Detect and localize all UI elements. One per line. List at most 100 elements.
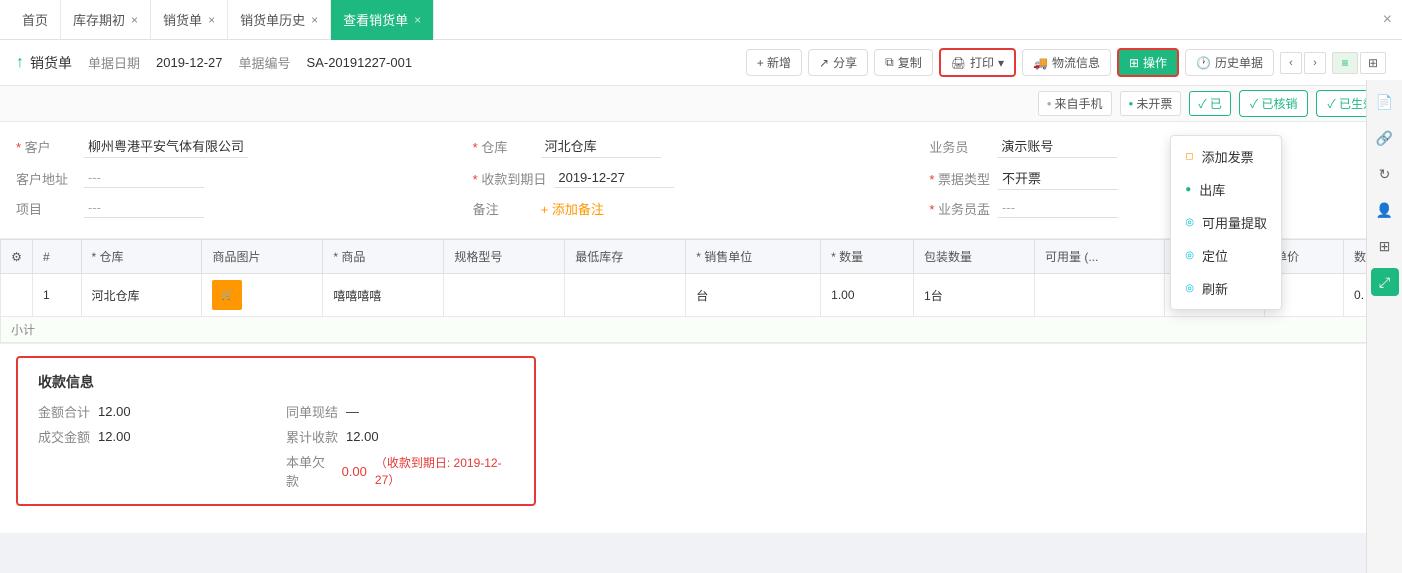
- salesperson-label: 业务员盂: [929, 199, 990, 218]
- copy-icon: ⧉: [885, 55, 894, 70]
- dropdown-refresh[interactable]: ◎ 刷新: [1171, 272, 1281, 305]
- warehouse-label: 仓库: [473, 137, 533, 156]
- view-list-button[interactable]: ≡: [1332, 52, 1358, 74]
- due-date-field: 收款到期日 2019-12-27: [473, 168, 930, 188]
- remark-field: 备注 + 添加备注: [473, 199, 930, 218]
- project-value: ---: [84, 198, 204, 218]
- cell-available: [1034, 274, 1164, 317]
- customer-field: 客户 柳州粤港平安气体有限公司: [16, 134, 473, 158]
- invoice-label: 票据类型: [929, 169, 990, 188]
- settle-item: 同单现结 —: [286, 402, 514, 421]
- sidebar-document-icon[interactable]: 📄: [1371, 88, 1399, 116]
- col-qty: * 数量: [821, 240, 914, 274]
- total-amount-label: 金额合计: [38, 402, 90, 421]
- cumulative-item: 累计收款 12.00: [286, 427, 514, 446]
- payment-grid: 金额合计 12.00 同单现结 — 成交金额 12.00 累计收款 12.00 …: [38, 402, 514, 490]
- col-model: 规格型号: [444, 240, 565, 274]
- subtotal-label: 小计: [1, 317, 1402, 343]
- tab-sales[interactable]: 销货单 ×: [151, 0, 228, 40]
- tab-close-sales[interactable]: ×: [208, 13, 215, 27]
- copy-button[interactable]: ⧉ 复制: [874, 49, 933, 76]
- cumulative-value: 12.00: [346, 429, 379, 444]
- cell-product-img: 🛒: [202, 274, 323, 317]
- tab-view-sales[interactable]: 查看销货单 ×: [331, 0, 434, 40]
- subtotal-row: 小计: [1, 317, 1402, 343]
- project-label: 项目: [16, 199, 76, 218]
- sidebar-person-icon[interactable]: 👤: [1371, 196, 1399, 224]
- dropdown-locate[interactable]: ◎ 定位: [1171, 239, 1281, 272]
- add-note-button[interactable]: + 添加备注: [541, 199, 604, 218]
- tab-close-sales-history[interactable]: ×: [311, 13, 318, 27]
- tab-close-view-sales[interactable]: ×: [414, 13, 421, 27]
- transaction-label: 成交金额: [38, 427, 90, 446]
- tab-home[interactable]: 首页: [10, 0, 61, 40]
- salesperson-value: ---: [998, 198, 1118, 218]
- not-open-button[interactable]: 未开票: [1120, 91, 1182, 116]
- sidebar-refresh-icon[interactable]: ↻: [1371, 160, 1399, 188]
- col-warehouse: * 仓库: [81, 240, 202, 274]
- sidebar-fullscreen-icon[interactable]: ⤢: [1371, 268, 1399, 296]
- view-toggle: ≡ ⊞: [1332, 52, 1386, 74]
- logistics-button[interactable]: 🚚 物流信息: [1022, 49, 1111, 76]
- col-no: #: [33, 240, 82, 274]
- settle-label: 同单现结: [286, 402, 338, 421]
- number-label: 单据编号: [239, 53, 291, 72]
- cell-no: 1: [33, 274, 82, 317]
- dropdown-add-invoice[interactable]: ◻ 添加发票: [1171, 140, 1281, 173]
- sidebar-table-icon[interactable]: ⊞: [1371, 232, 1399, 260]
- receivable-note: （收款到期日: 2019-12-27）: [375, 454, 514, 488]
- print-icon: 🖨: [951, 56, 966, 70]
- locate-icon: ◎: [1185, 250, 1194, 261]
- transaction-value: 12.00: [98, 429, 131, 444]
- sidebar-link-icon[interactable]: 🔗: [1371, 124, 1399, 152]
- tab-inventory[interactable]: 库存期初 ×: [61, 0, 151, 40]
- tab-sales-history[interactable]: 销货单历史 ×: [228, 0, 331, 40]
- print-dropdown-arrow: ▾: [998, 56, 1004, 70]
- share-icon: ↗: [819, 56, 829, 70]
- product-image: 🛒: [212, 280, 242, 310]
- warehouse-value: 河北仓库: [541, 134, 661, 158]
- confirm-button[interactable]: ✓ 已: [1189, 91, 1231, 116]
- receivable-label: 本单欠款: [286, 452, 334, 490]
- global-close-button[interactable]: ×: [1383, 11, 1392, 29]
- outbound-icon: ●: [1185, 184, 1191, 195]
- remark-label: 备注: [473, 199, 533, 218]
- dropdown-menu: ◻ 添加发票 ● 出库 ◎ 可用量提取 ◎ 定位 ◎ 刷新: [1170, 135, 1282, 310]
- share-button[interactable]: ↗ 分享: [808, 49, 868, 76]
- invoice-field: 票据类型 不开票: [929, 166, 1386, 190]
- cell-qty: 1.00: [821, 274, 914, 317]
- history-button[interactable]: 🕐 历史单据: [1185, 49, 1274, 76]
- tab-bar: 首页 库存期初 × 销货单 × 销货单历史 × 查看销货单 × ×: [0, 0, 1402, 40]
- main-content: ↑ 销货单 单据日期 2019-12-27 单据编号 SA-20191227-0…: [0, 40, 1402, 533]
- customer-value: 柳州粤港平安气体有限公司: [84, 134, 248, 158]
- tab-close-inventory[interactable]: ×: [131, 13, 138, 27]
- salesperson-field: 业务员盂 ---: [929, 198, 1386, 218]
- total-amount-value: 12.00: [98, 404, 131, 419]
- view-grid-button[interactable]: ⊞: [1360, 52, 1386, 74]
- from-phone-button[interactable]: 来自手机: [1038, 91, 1112, 116]
- prev-button[interactable]: ‹: [1280, 52, 1302, 74]
- history-icon: 🕐: [1196, 56, 1211, 70]
- col-gear: ⚙: [1, 240, 33, 274]
- col-available: 可用量 (...: [1034, 240, 1164, 274]
- cell-gear: [1, 274, 33, 317]
- logistics-icon: 🚚: [1033, 56, 1048, 70]
- new-button[interactable]: + 新增: [746, 49, 802, 76]
- transaction-item: 成交金额 12.00: [38, 427, 266, 446]
- number-value: SA-20191227-001: [307, 55, 413, 70]
- operate-button[interactable]: ⊞ 操作: [1117, 48, 1179, 77]
- cell-unit: 台: [686, 274, 821, 317]
- warehouse-field: 仓库 河北仓库: [473, 134, 930, 158]
- dropdown-outbound[interactable]: ● 出库: [1171, 173, 1281, 206]
- cell-product: 嘻嘻嘻嘻: [323, 274, 444, 317]
- print-button[interactable]: 🖨 打印 ▾: [939, 48, 1016, 77]
- due-date-value: 2019-12-27: [554, 168, 674, 188]
- project-field: 项目 ---: [16, 198, 473, 218]
- next-button[interactable]: ›: [1304, 52, 1326, 74]
- invoice-icon: ◻: [1185, 151, 1193, 162]
- cumulative-label: 累计收款: [286, 427, 338, 446]
- cancelled-button[interactable]: ✓ 已核销: [1239, 90, 1309, 117]
- date-label: 单据日期: [88, 53, 140, 72]
- dropdown-available-extract[interactable]: ◎ 可用量提取: [1171, 206, 1281, 239]
- toolbar2: 来自手机 未开票 ✓ 已 ✓ 已核销 ✓ 已生效: [0, 86, 1402, 122]
